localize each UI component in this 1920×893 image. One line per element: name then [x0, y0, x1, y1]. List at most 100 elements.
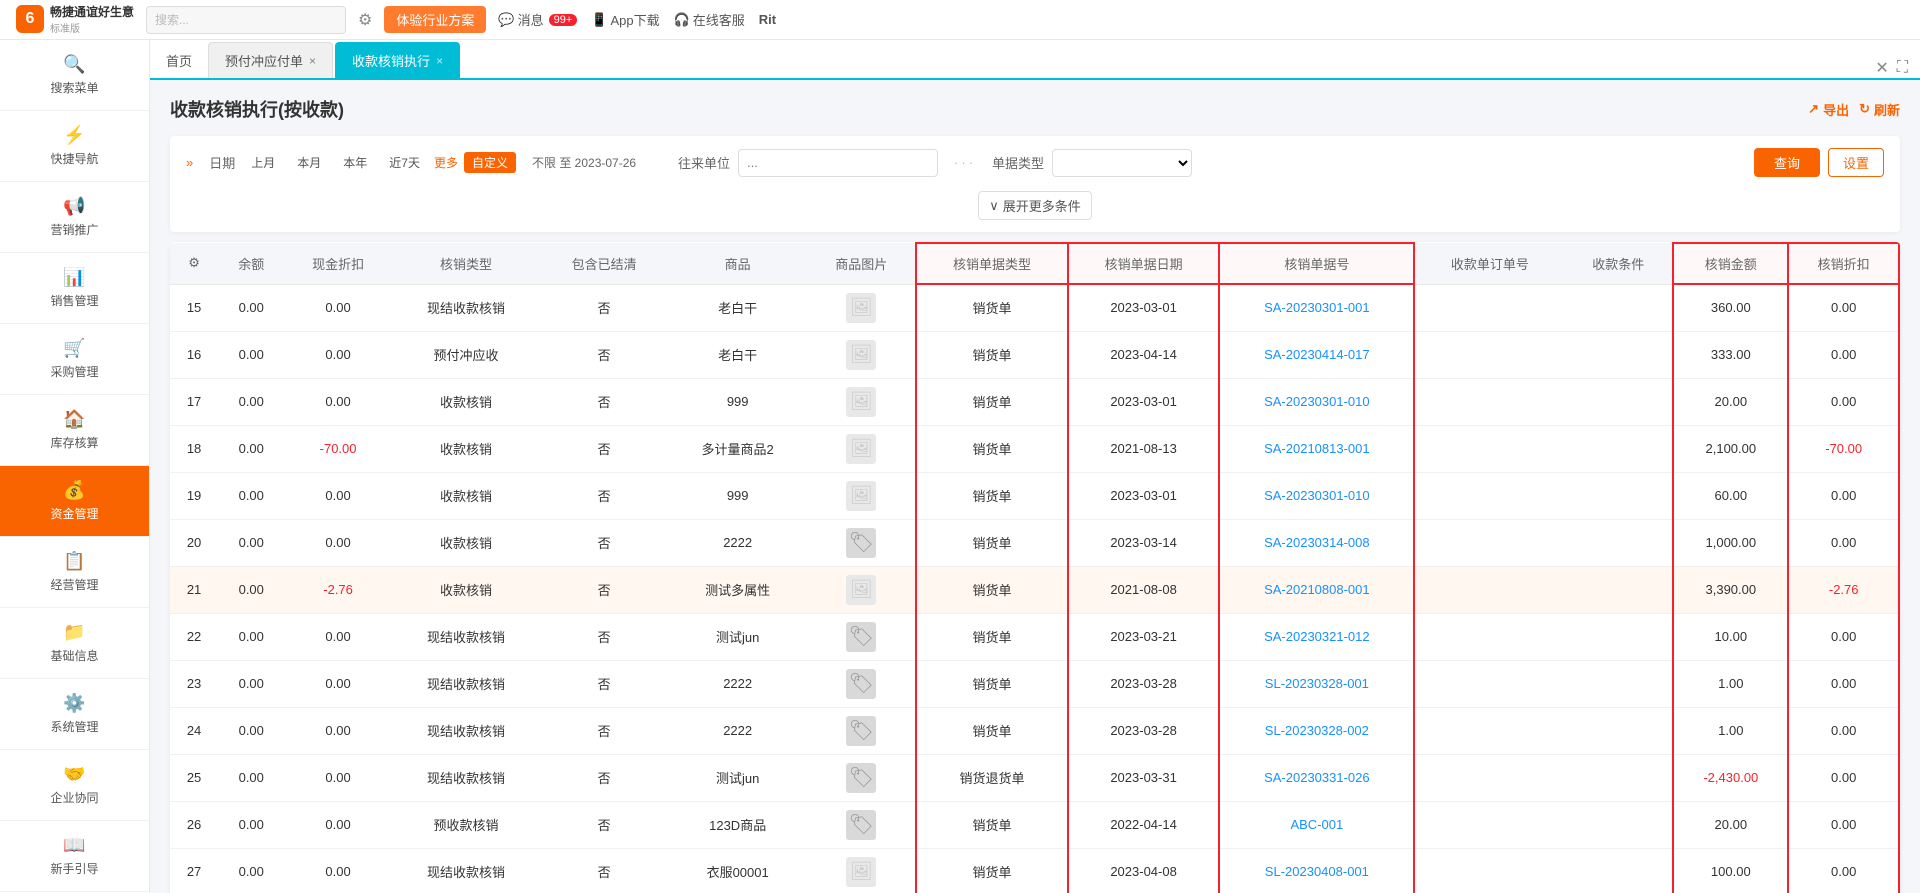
message-icon-group[interactable]: 💬 消息 99+ [498, 10, 577, 29]
tab-home[interactable]: 首页 [150, 42, 208, 78]
row-included: 否 [540, 425, 668, 472]
col-writeoff-type: 核销类型 [392, 243, 540, 284]
product-image: 🏷 [846, 716, 876, 746]
row-doc-no[interactable]: SA-20230331-026 [1219, 754, 1414, 801]
doc-no-link[interactable]: SA-20230414-017 [1264, 347, 1370, 362]
doc-no-link[interactable]: SL-20230328-002 [1265, 723, 1369, 738]
expand-more-button[interactable]: ∨ 展开更多条件 [978, 191, 1092, 220]
query-button[interactable]: 查询 [1754, 148, 1820, 177]
export-button[interactable]: ↗ 导出 [1808, 100, 1849, 119]
table-row: 24 0.00 0.00 现结收款核销 否 2222 🏷 销货单 2023-03… [170, 707, 1899, 754]
online-service-link[interactable]: 🎧 在线客服 [674, 10, 745, 29]
product-image: 🖼 [846, 340, 876, 370]
sidebar-item-guide[interactable]: 📖 新手引导 [0, 821, 149, 892]
date-btn-this-month[interactable]: 本月 [289, 152, 329, 173]
row-id: 20 [170, 519, 218, 566]
table-row: 19 0.00 0.00 收款核销 否 999 🖼 销货单 2023-03-01… [170, 472, 1899, 519]
filter-expand-btn[interactable]: » [186, 155, 193, 170]
doc-no-link[interactable]: SA-20230301-010 [1264, 394, 1370, 409]
tab-prepay-close[interactable]: × [309, 54, 316, 68]
date-btn-this-year[interactable]: 本年 [335, 152, 375, 173]
settings-gear-icon[interactable]: ⚙ [358, 10, 372, 30]
row-doc-no[interactable]: SL-20230408-001 [1219, 848, 1414, 893]
table-row: 22 0.00 0.00 现结收款核销 否 测试jun 🏷 销货单 2023-0… [170, 613, 1899, 660]
row-cash-discount: 0.00 [284, 613, 391, 660]
sidebar-item-sales[interactable]: 📊 销售管理 [0, 253, 149, 324]
sidebar-item-quicknav[interactable]: ⚡ 快捷导航 [0, 111, 149, 182]
row-doc-no[interactable]: SA-20230414-017 [1219, 331, 1414, 378]
solution-button[interactable]: 体验行业方案 [384, 6, 486, 33]
sidebar-item-finance[interactable]: 💰 资金管理 [0, 466, 149, 537]
settings-button[interactable]: 设置 [1828, 148, 1884, 177]
sidebar-item-system[interactable]: ⚙️ 系统管理 [0, 679, 149, 750]
sidebar-label-basicinfo: 基础信息 [50, 647, 98, 664]
doc-no-link[interactable]: SA-20230321-012 [1264, 629, 1370, 644]
row-id: 27 [170, 848, 218, 893]
row-included: 否 [540, 801, 668, 848]
sidebar-item-inventory[interactable]: 🏠 库存核算 [0, 395, 149, 466]
row-id: 18 [170, 425, 218, 472]
row-doc-no[interactable]: SA-20230321-012 [1219, 613, 1414, 660]
tab-close-all-icon[interactable]: ✕ [1875, 58, 1888, 78]
row-doc-no[interactable]: SL-20230328-002 [1219, 707, 1414, 754]
sidebar-item-purchase[interactable]: 🛒 采购管理 [0, 324, 149, 395]
row-product: 测试多属性 [668, 566, 807, 613]
row-doc-no[interactable]: ABC-001 [1219, 801, 1414, 848]
sidebar-item-search[interactable]: 🔍 搜索菜单 [0, 40, 149, 111]
sidebar: 🔍 搜索菜单 ⚡ 快捷导航 📢 营销推广 📊 销售管理 🛒 采购管理 🏠 库存核… [0, 40, 150, 893]
source-unit-input[interactable] [738, 149, 938, 177]
sidebar-item-basicinfo[interactable]: 📁 基础信息 [0, 608, 149, 679]
row-balance: 0.00 [218, 472, 284, 519]
col-cash-discount: 现金折扣 [284, 243, 391, 284]
tab-maximize-icon[interactable]: ⛶ [1897, 59, 1908, 77]
row-included: 否 [540, 613, 668, 660]
doc-type-select[interactable] [1052, 149, 1192, 177]
row-payment-cond [1564, 425, 1673, 472]
sidebar-item-operations[interactable]: 📋 经营管理 [0, 537, 149, 608]
row-payment-cond [1564, 707, 1673, 754]
refresh-button[interactable]: ↻ 刷新 [1859, 100, 1900, 119]
date-range-text: 不限 至 2023-07-26 [532, 154, 662, 171]
row-doc-no[interactable]: SL-20230328-001 [1219, 660, 1414, 707]
row-doc-date: 2022-04-14 [1068, 801, 1220, 848]
chevron-down-icon: ∨ [989, 198, 999, 214]
doc-no-link[interactable]: SA-20230331-026 [1264, 770, 1370, 785]
row-product-img: 🏷 [807, 801, 916, 848]
tab-bar: 首页 预付冲应付单 × 收款核销执行 × ✕ ⛶ [150, 40, 1920, 80]
date-btn-last-month[interactable]: 上月 [243, 152, 283, 173]
source-unit-label: 往来单位 [678, 153, 730, 172]
doc-no-link[interactable]: SA-20230301-001 [1264, 300, 1370, 315]
doc-no-link[interactable]: SA-20230314-008 [1264, 535, 1370, 550]
doc-no-link[interactable]: ABC-001 [1290, 817, 1343, 832]
row-doc-no[interactable]: SA-20210808-001 [1219, 566, 1414, 613]
row-doc-no[interactable]: SA-20230314-008 [1219, 519, 1414, 566]
tab-prepay[interactable]: 预付冲应付单 × [208, 42, 333, 78]
date-btn-more[interactable]: 更多 [434, 154, 458, 171]
date-btn-custom[interactable]: 自定义 [464, 152, 516, 173]
app-download-link[interactable]: 📱 App下载 [591, 10, 659, 29]
sidebar-item-collab[interactable]: 🤝 企业协同 [0, 750, 149, 821]
row-amount: 1.00 [1673, 707, 1788, 754]
row-balance: 0.00 [218, 754, 284, 801]
row-doc-no[interactable]: SA-20230301-010 [1219, 378, 1414, 425]
tab-writeoff-close[interactable]: × [436, 54, 443, 68]
row-discount: 0.00 [1788, 754, 1899, 801]
doc-no-link[interactable]: SL-20230328-001 [1265, 676, 1369, 691]
user-name[interactable]: Rit [759, 12, 776, 27]
doc-no-link[interactable]: SL-20230408-001 [1265, 864, 1369, 879]
tab-writeoff[interactable]: 收款核销执行 × [335, 42, 460, 78]
sidebar-item-marketing[interactable]: 📢 营销推广 [0, 182, 149, 253]
doc-no-link[interactable]: SA-20230301-010 [1264, 488, 1370, 503]
row-doc-no[interactable]: SA-20210813-001 [1219, 425, 1414, 472]
doc-no-link[interactable]: SA-20210813-001 [1264, 441, 1370, 456]
row-cash-discount: 0.00 [284, 284, 391, 331]
row-cash-discount: 0.00 [284, 519, 391, 566]
expand-arrow-icon: » [186, 155, 193, 170]
row-doc-no[interactable]: SA-20230301-001 [1219, 284, 1414, 331]
date-btn-7days[interactable]: 近7天 [381, 152, 428, 173]
row-doc-no[interactable]: SA-20230301-010 [1219, 472, 1414, 519]
doc-no-link[interactable]: SA-20210808-001 [1264, 582, 1370, 597]
row-writeoff-type: 收款核销 [392, 519, 540, 566]
top-bar-search-box: 搜索... [146, 6, 346, 34]
col-settings[interactable]: ⚙ [170, 243, 218, 284]
